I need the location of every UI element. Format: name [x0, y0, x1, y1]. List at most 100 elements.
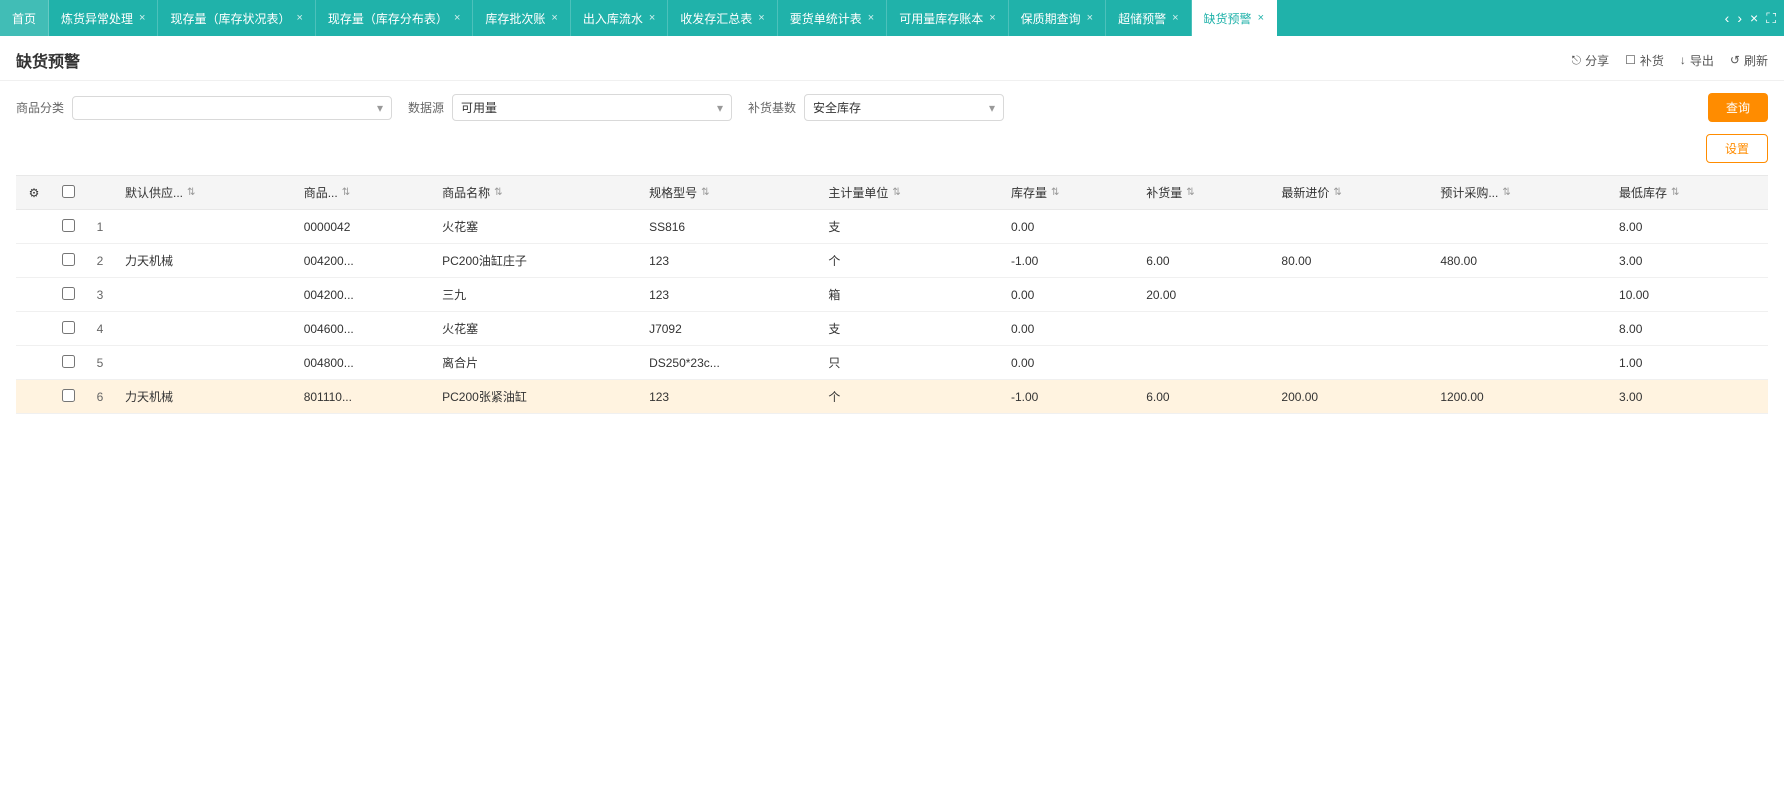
prev-tab-btn[interactable]: ‹ — [1721, 8, 1734, 28]
th-stock[interactable]: 库存量 ⇅ — [1001, 176, 1136, 210]
row-min-stock: 10.00 — [1609, 278, 1768, 312]
close-tab-order-stat[interactable]: × — [868, 12, 874, 24]
row-spec: 123 — [639, 278, 818, 312]
row-checkbox-2[interactable] — [62, 287, 75, 300]
th-settings[interactable]: ⚙ — [16, 176, 52, 210]
tab-order-stat[interactable]: 要货单统计表 × — [778, 0, 887, 36]
tab-stock-status[interactable]: 现存量（库存状况表） × — [158, 0, 315, 36]
tab-overstock[interactable]: 超储预警 × — [1106, 0, 1191, 36]
row-num: 1 — [85, 210, 115, 244]
row-checkbox-cell[interactable] — [52, 346, 85, 380]
close-all-btn[interactable]: × — [1746, 8, 1762, 28]
row-name: PC200张紧油缸 — [432, 380, 639, 414]
row-est-purchase: 480.00 — [1430, 244, 1609, 278]
th-est-purchase[interactable]: 预计采购... ⇅ — [1430, 176, 1609, 210]
replenish-button[interactable]: ☐ 补货 — [1625, 52, 1664, 69]
tab-stock-dist[interactable]: 现存量（库存分布表） × — [316, 0, 473, 36]
header-actions: ⎋ 分享 ☐ 补货 ↓ 导出 ↺ 刷新 — [1572, 52, 1768, 69]
settings-button[interactable]: 设置 — [1706, 134, 1768, 163]
row-checkbox-cell[interactable] — [52, 278, 85, 312]
category-select[interactable]: ▾ — [72, 96, 392, 120]
th-checkbox[interactable] — [52, 176, 85, 210]
close-tab-batch[interactable]: × — [551, 12, 557, 24]
tab-inout[interactable]: 出入库流水 × — [571, 0, 668, 36]
base-select[interactable]: 安全库存 ▾ — [804, 94, 1004, 121]
row-checkbox-cell[interactable] — [52, 244, 85, 278]
row-stock: 0.00 — [1001, 346, 1136, 380]
tab-collect[interactable]: 收发存汇总表 × — [668, 0, 777, 36]
category-chevron-icon: ▾ — [377, 101, 383, 115]
row-latest-price: 200.00 — [1271, 380, 1430, 414]
table-row[interactable]: 2 力天机械 004200... PC200油缸庄子 123 个 -1.00 6… — [16, 244, 1768, 278]
close-tab-shortage[interactable]: × — [1258, 12, 1264, 24]
fullscreen-btn[interactable]: ⛶ — [1762, 8, 1780, 29]
th-code[interactable]: 商品... ⇅ — [294, 176, 432, 210]
row-supplier: 力天机械 — [115, 244, 294, 278]
table-row[interactable]: 3 004200... 三九 123 箱 0.00 20.00 10.00 — [16, 278, 1768, 312]
row-settings-cell — [16, 210, 52, 244]
refresh-icon: ↺ — [1730, 53, 1740, 67]
row-latest-price — [1271, 346, 1430, 380]
row-checkbox-1[interactable] — [62, 253, 75, 266]
table-row[interactable]: 1 0000042 火花塞 SS816 支 0.00 8.00 — [16, 210, 1768, 244]
tab-shortage[interactable]: 缺货预警 × — [1192, 0, 1277, 36]
close-tab-abnormal[interactable]: × — [139, 12, 145, 24]
close-tab-stock-status[interactable]: × — [296, 12, 302, 24]
select-all-checkbox[interactable] — [62, 185, 75, 198]
column-settings-icon[interactable]: ⚙ — [29, 186, 40, 200]
close-tab-stock-dist[interactable]: × — [454, 12, 460, 24]
datasource-select[interactable]: 可用量 ▾ — [452, 94, 732, 121]
tab-batch[interactable]: 库存批次账 × — [473, 0, 570, 36]
main-content: 缺货预警 ⎋ 分享 ☐ 补货 ↓ 导出 ↺ 刷新 商品分类 — [0, 36, 1784, 796]
th-unit[interactable]: 主计量单位 ⇅ — [818, 176, 1001, 210]
datasource-filter-group: 数据源 可用量 ▾ — [408, 94, 732, 121]
sort-min-icon: ⇅ — [1671, 187, 1679, 198]
row-settings-cell — [16, 380, 52, 414]
tab-available[interactable]: 可用量库存账本 × — [887, 0, 1008, 36]
row-name: 离合片 — [432, 346, 639, 380]
table-row[interactable]: 6 力天机械 801110... PC200张紧油缸 123 个 -1.00 6… — [16, 380, 1768, 414]
th-name[interactable]: 商品名称 ⇅ — [432, 176, 639, 210]
close-tab-inout[interactable]: × — [649, 12, 655, 24]
table-row[interactable]: 4 004600... 火花塞 J7092 支 0.00 8.00 — [16, 312, 1768, 346]
tab-abnormal[interactable]: 炼货异常处理 × — [49, 0, 158, 36]
row-replenish: 6.00 — [1136, 244, 1271, 278]
refresh-button[interactable]: ↺ 刷新 — [1730, 52, 1768, 69]
tab-navigation: ‹ › × ⛶ — [1717, 8, 1784, 29]
row-checkbox-0[interactable] — [62, 219, 75, 232]
row-checkbox-cell[interactable] — [52, 380, 85, 414]
export-button[interactable]: ↓ 导出 — [1680, 52, 1714, 69]
row-checkbox-cell[interactable] — [52, 210, 85, 244]
row-num: 2 — [85, 244, 115, 278]
th-min-stock[interactable]: 最低库存 ⇅ — [1609, 176, 1768, 210]
tab-home[interactable]: 首页 — [0, 0, 49, 36]
row-checkbox-5[interactable] — [62, 389, 75, 402]
close-tab-overstock[interactable]: × — [1172, 12, 1178, 24]
table-row[interactable]: 5 004800... 离合片 DS250*23c... 只 0.00 1.00 — [16, 346, 1768, 380]
row-checkbox-cell[interactable] — [52, 312, 85, 346]
row-checkbox-3[interactable] — [62, 321, 75, 334]
row-settings-cell — [16, 346, 52, 380]
th-latest-price[interactable]: 最新进价 ⇅ — [1271, 176, 1430, 210]
th-replenish[interactable]: 补货量 ⇅ — [1136, 176, 1271, 210]
sort-unit-icon: ⇅ — [892, 187, 900, 198]
tab-bar: 首页 炼货异常处理 × 现存量（库存状况表） × 现存量（库存分布表） × 库存… — [0, 0, 1784, 36]
datasource-select-value: 可用量 — [461, 99, 497, 116]
th-spec[interactable]: 规格型号 ⇅ — [639, 176, 818, 210]
row-latest-price — [1271, 278, 1430, 312]
base-filter-group: 补货基数 安全库存 ▾ — [748, 94, 1004, 121]
share-button[interactable]: ⎋ 分享 — [1572, 52, 1610, 69]
close-tab-available[interactable]: × — [989, 12, 995, 24]
close-tab-collect[interactable]: × — [758, 12, 764, 24]
query-button[interactable]: 查询 — [1708, 93, 1768, 122]
sort-code-icon: ⇅ — [342, 187, 350, 198]
th-supplier[interactable]: 默认供应... ⇅ — [115, 176, 294, 210]
row-stock: -1.00 — [1001, 380, 1136, 414]
tab-expiry[interactable]: 保质期查询 × — [1009, 0, 1106, 36]
row-checkbox-4[interactable] — [62, 355, 75, 368]
row-settings-cell — [16, 312, 52, 346]
next-tab-btn[interactable]: › — [1733, 8, 1746, 28]
close-tab-expiry[interactable]: × — [1087, 12, 1093, 24]
category-filter-group: 商品分类 ▾ — [16, 96, 392, 120]
row-est-purchase — [1430, 346, 1609, 380]
